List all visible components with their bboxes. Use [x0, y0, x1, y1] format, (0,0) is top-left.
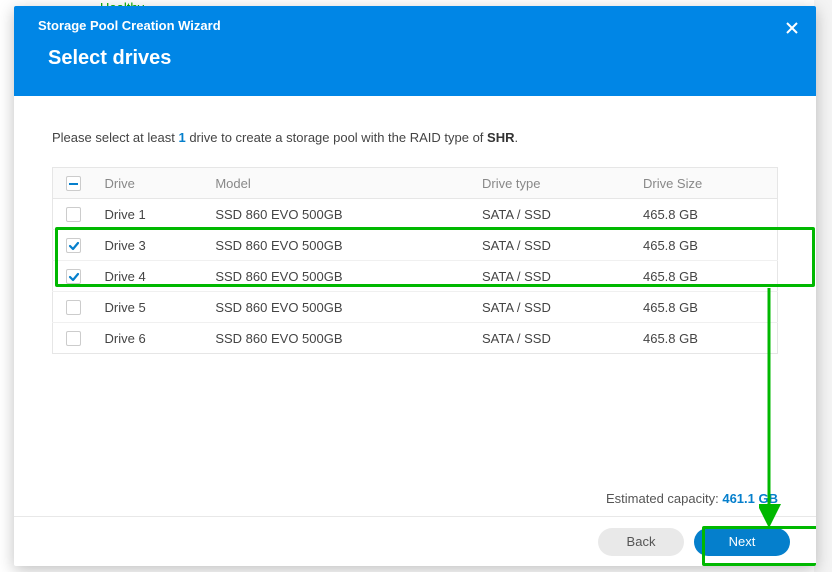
table-header-row: Drive Model Drive type Drive Size — [53, 168, 778, 199]
minus-icon — [69, 183, 78, 185]
drive-size: 465.8 GB — [633, 261, 778, 292]
table-row[interactable]: Drive 6SSD 860 EVO 500GBSATA / SSD465.8 … — [53, 323, 778, 354]
col-model: Model — [205, 168, 472, 199]
estimated-capacity: Estimated capacity: 461.1 GB — [606, 491, 778, 506]
drive-checkbox[interactable] — [66, 207, 81, 222]
drive-checkbox[interactable] — [66, 331, 81, 346]
col-drive: Drive — [95, 168, 206, 199]
back-button[interactable]: Back — [598, 528, 684, 556]
drive-checkbox[interactable] — [66, 238, 81, 253]
drive-name: Drive 5 — [95, 292, 206, 323]
drive-name: Drive 3 — [95, 230, 206, 261]
dialog-footer: Back Next — [14, 516, 816, 566]
drive-checkbox[interactable] — [66, 300, 81, 315]
dialog-subtitle: Select drives — [48, 47, 792, 70]
capacity-value: 461.1 GB — [722, 491, 778, 506]
table-row[interactable]: Drive 3SSD 860 EVO 500GBSATA / SSD465.8 … — [53, 230, 778, 261]
table-row[interactable]: Drive 4SSD 860 EVO 500GBSATA / SSD465.8 … — [53, 261, 778, 292]
drive-size: 465.8 GB — [633, 323, 778, 354]
drive-name: Drive 4 — [95, 261, 206, 292]
drive-model: SSD 860 EVO 500GB — [205, 230, 472, 261]
drive-checkbox[interactable] — [66, 269, 81, 284]
drive-type: SATA / SSD — [472, 230, 633, 261]
next-button[interactable]: Next — [694, 528, 790, 556]
drive-name: Drive 1 — [95, 199, 206, 230]
col-size: Drive Size — [633, 168, 778, 199]
drive-model: SSD 860 EVO 500GB — [205, 292, 472, 323]
dialog-body: Please select at least 1 drive to create… — [14, 96, 816, 354]
drive-model: SSD 860 EVO 500GB — [205, 261, 472, 292]
drive-model: SSD 860 EVO 500GB — [205, 323, 472, 354]
drive-table: Drive Model Drive type Drive Size Drive … — [52, 167, 778, 354]
dialog-title: Storage Pool Creation Wizard — [38, 18, 792, 33]
capacity-label: Estimated capacity: — [606, 491, 722, 506]
table-row[interactable]: Drive 1SSD 860 EVO 500GBSATA / SSD465.8 … — [53, 199, 778, 230]
drive-type: SATA / SSD — [472, 199, 633, 230]
table-row[interactable]: Drive 5SSD 860 EVO 500GBSATA / SSD465.8 … — [53, 292, 778, 323]
dialog-header: Storage Pool Creation Wizard Select driv… — [14, 6, 816, 96]
close-icon — [786, 18, 798, 38]
drive-model: SSD 860 EVO 500GB — [205, 199, 472, 230]
close-button[interactable] — [786, 18, 798, 39]
select-all-checkbox[interactable] — [66, 176, 81, 191]
drive-type: SATA / SSD — [472, 261, 633, 292]
drive-size: 465.8 GB — [633, 230, 778, 261]
drive-name: Drive 6 — [95, 323, 206, 354]
instruction-text: Please select at least 1 drive to create… — [52, 130, 778, 145]
drive-type: SATA / SSD — [472, 323, 633, 354]
select-all-header[interactable] — [53, 168, 95, 199]
drive-size: 465.8 GB — [633, 292, 778, 323]
background-panel — [814, 0, 832, 572]
col-type: Drive type — [472, 168, 633, 199]
drive-type: SATA / SSD — [472, 292, 633, 323]
drive-size: 465.8 GB — [633, 199, 778, 230]
storage-pool-wizard-dialog: Storage Pool Creation Wizard Select driv… — [14, 6, 816, 566]
